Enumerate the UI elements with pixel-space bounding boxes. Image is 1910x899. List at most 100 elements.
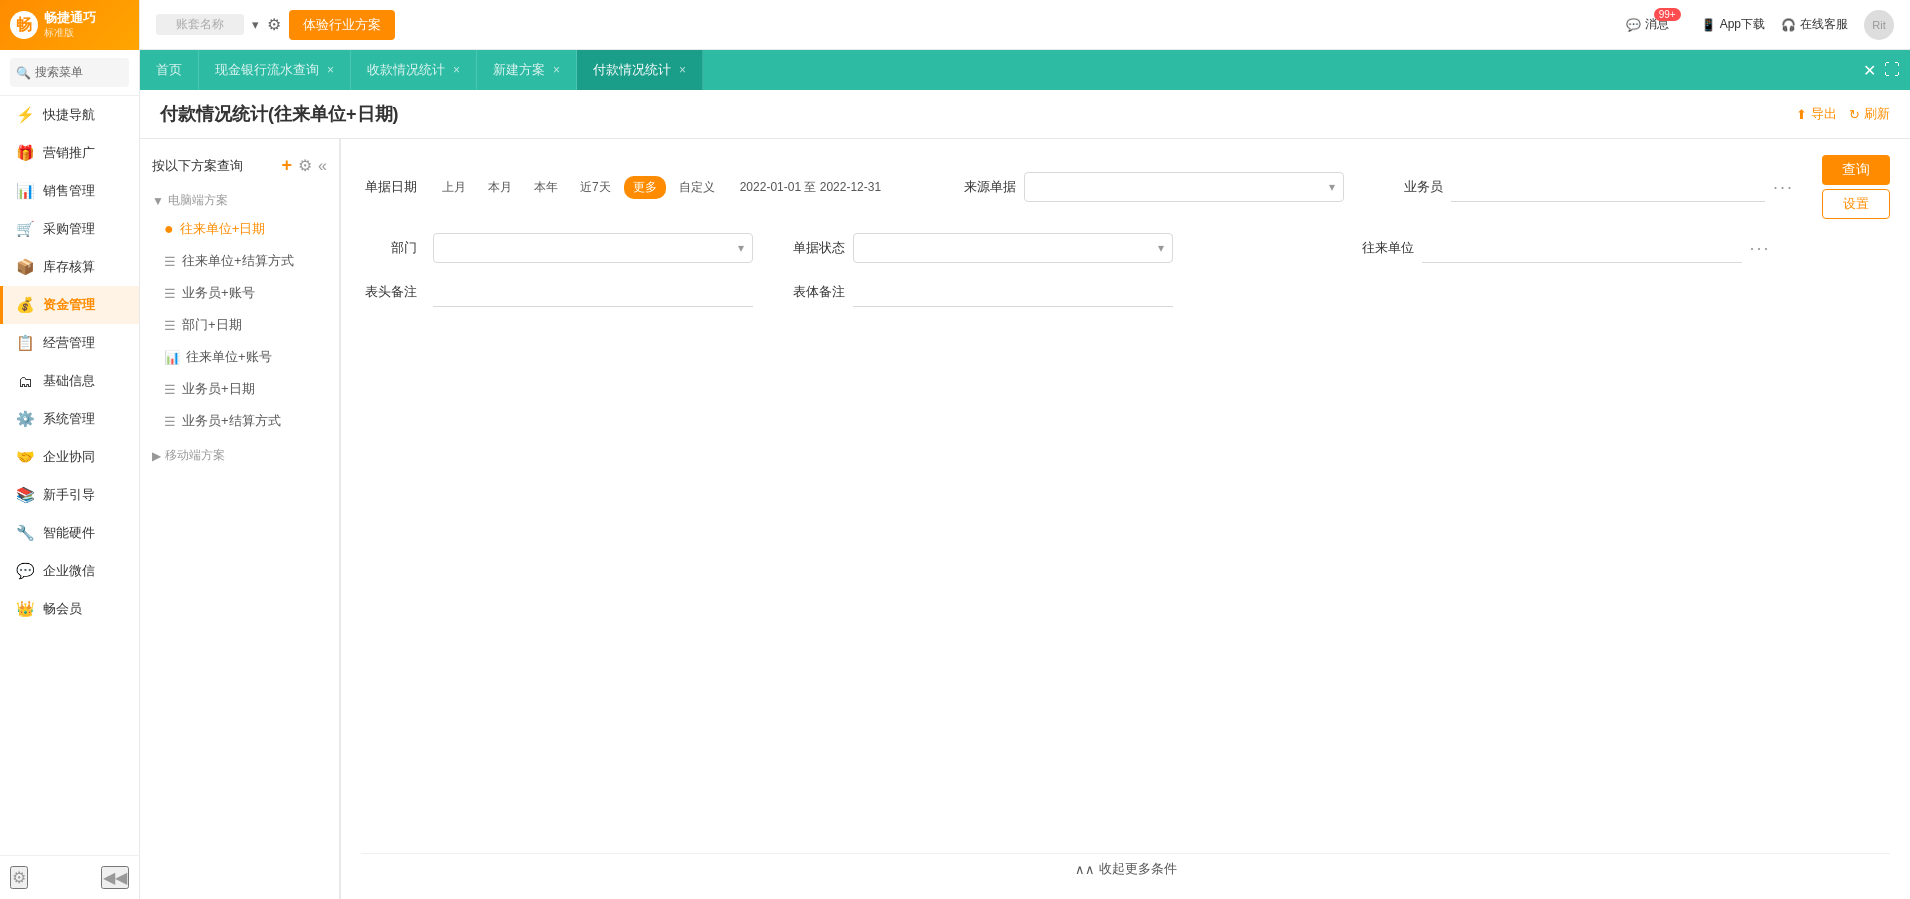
source-select[interactable]: ▾	[1024, 172, 1344, 202]
sidebar-item-label: 营销推广	[43, 144, 95, 162]
tab-payment-close[interactable]: ×	[679, 63, 686, 77]
scheme-panel-title: 按以下方案查询	[152, 157, 243, 175]
sidebar-item-label: 快捷导航	[43, 106, 95, 124]
online-service-button[interactable]: 🎧 在线客服	[1781, 16, 1848, 33]
search-menu-button[interactable]: 🔍 搜索菜单	[10, 58, 129, 87]
table-header-note-input[interactable]	[433, 277, 753, 307]
scheme-mobile-label: 移动端方案	[165, 447, 225, 464]
tabs-actions: ✕ ⛶	[1853, 50, 1910, 90]
doc-status-select[interactable]: ▾	[853, 233, 1173, 263]
scheme-item-salesperson-account[interactable]: ☰ 业务员+账号	[140, 277, 339, 309]
sidebar-item-operation[interactable]: 📋 经营管理	[0, 324, 139, 362]
date-btn-7days[interactable]: 近7天	[571, 176, 620, 199]
date-btn-thisyear[interactable]: 本年	[525, 176, 567, 199]
scheme-panel-header: 按以下方案查询 + ⚙ «	[140, 149, 339, 182]
date-btn-custom[interactable]: 自定义	[670, 176, 724, 199]
sidebar-item-weixin[interactable]: 💬 企业微信	[0, 552, 139, 590]
scheme-section-mobile-title[interactable]: ▶ 移动端方案	[140, 443, 339, 468]
tab-home[interactable]: 首页	[140, 50, 199, 90]
tab-receivable-close[interactable]: ×	[453, 63, 460, 77]
user-avatar[interactable]: Rit	[1864, 10, 1894, 40]
logo-text: 畅捷通巧	[44, 10, 96, 26]
date-btn-thismonth[interactable]: 本月	[479, 176, 521, 199]
sidebar-item-finance[interactable]: 💰 资金管理	[0, 286, 139, 324]
sidebar-item-system[interactable]: ⚙️ 系统管理	[0, 400, 139, 438]
salesperson-label: 业务员	[1387, 178, 1443, 196]
scheme-item-salesperson-date[interactable]: ☰ 业务员+日期	[140, 373, 339, 405]
table-body-note-input[interactable]	[853, 277, 1173, 307]
sidebar-item-purchase[interactable]: 🛒 采购管理	[0, 210, 139, 248]
trial-button[interactable]: 体验行业方案	[289, 10, 395, 40]
scheme-section-desktop: ▼ 电脑端方案 ● 往来单位+日期 ☰ 往来单位+结算方式 ☰ 业务员+账号	[140, 188, 339, 437]
dept-select[interactable]: ▾	[433, 233, 753, 263]
sidebar-item-marketing[interactable]: 🎁 营销推广	[0, 134, 139, 172]
app-label: App下载	[1720, 16, 1765, 33]
sidebar-item-basic[interactable]: 🗂 基础信息	[0, 362, 139, 400]
tab-home-label: 首页	[156, 61, 182, 79]
refresh-button[interactable]: ↻ 刷新	[1849, 105, 1890, 123]
tab-newscheme[interactable]: 新建方案 ×	[477, 50, 577, 90]
settings-footer-button[interactable]: ⚙	[10, 866, 28, 889]
search-menu-label: 搜索菜单	[35, 64, 83, 81]
tab-newscheme-close[interactable]: ×	[553, 63, 560, 77]
scheme-section-desktop-title[interactable]: ▼ 电脑端方案	[140, 188, 339, 213]
app-icon: 📱	[1701, 18, 1716, 32]
dept-select-arrow-icon: ▾	[738, 241, 744, 255]
scheme-chart-icon: 📊	[164, 350, 180, 365]
sidebar-item-member[interactable]: 👑 畅会员	[0, 590, 139, 628]
collapse-filter-label: 收起更多条件	[1099, 860, 1177, 878]
collapse-sidebar-button[interactable]: ◀◀	[101, 866, 129, 889]
partner-more-icon[interactable]: ···	[1750, 238, 1771, 259]
sidebar-nav: ⚡ 快捷导航 🎁 营销推广 📊 销售管理 🛒 采购管理 📦 库存核算 💰 资金管…	[0, 96, 139, 855]
tab-maximize-button[interactable]: ⛶	[1884, 61, 1900, 79]
sidebar-search-area: 🔍 搜索菜单	[0, 50, 139, 96]
salesperson-input[interactable]	[1451, 172, 1765, 202]
tab-cashflow-label: 现金银行流水查询	[215, 61, 319, 79]
tab-cashflow[interactable]: 现金银行流水查询 ×	[199, 50, 351, 90]
scheme-item-partner-date[interactable]: ● 往来单位+日期	[140, 213, 339, 245]
sidebar-item-guide[interactable]: 📚 新手引导	[0, 476, 139, 514]
sidebar-item-inventory[interactable]: 📦 库存核算	[0, 248, 139, 286]
sidebar-header: 畅 畅捷通巧 标准版	[0, 0, 139, 50]
tab-receivable[interactable]: 收款情况统计 ×	[351, 50, 477, 90]
export-label: 导出	[1811, 105, 1837, 123]
tab-close-all-button[interactable]: ✕	[1863, 61, 1876, 80]
salesperson-more-icon[interactable]: ···	[1773, 177, 1794, 198]
topbar-settings-button[interactable]: ⚙	[267, 15, 281, 34]
sidebar-item-enterprise[interactable]: 🤝 企业协同	[0, 438, 139, 476]
content-area: 按以下方案查询 + ⚙ « ▼ 电脑端方案 ● 往来单位+日期	[140, 139, 1910, 899]
tab-payment[interactable]: 付款情况统计 ×	[577, 50, 703, 90]
scheme-panel-actions: + ⚙ «	[282, 155, 327, 176]
service-label: 在线客服	[1800, 16, 1848, 33]
scheme-collapse-button[interactable]: «	[318, 157, 327, 175]
sidebar-item-hardware[interactable]: 🔧 智能硬件	[0, 514, 139, 552]
partner-input[interactable]	[1422, 233, 1742, 263]
notice-button[interactable]: 💬 消息 99+	[1626, 16, 1669, 33]
sidebar-item-quicknav[interactable]: ⚡ 快捷导航	[0, 96, 139, 134]
scheme-settings-button[interactable]: ⚙	[298, 156, 312, 175]
filter-settings-button[interactable]: 设置	[1822, 189, 1890, 219]
scheme-item-salesperson-settlement[interactable]: ☰ 业务员+结算方式	[140, 405, 339, 437]
logo-text-area: 畅捷通巧 标准版	[44, 10, 96, 40]
date-btn-more[interactable]: 更多	[624, 176, 666, 199]
basic-icon: 🗂	[15, 373, 35, 390]
tab-cashflow-close[interactable]: ×	[327, 63, 334, 77]
sidebar-footer: ⚙ ◀◀	[0, 855, 139, 899]
tab-payment-label: 付款情况统计	[593, 61, 671, 79]
account-dropdown-button[interactable]: ▾	[252, 17, 259, 32]
filter-rows: 单据日期 上月 本月 本年 近7天 更多 自定义 2022-01-01 至 20…	[361, 155, 1890, 849]
query-button[interactable]: 查询	[1822, 155, 1890, 185]
scheme-panel: 按以下方案查询 + ⚙ « ▼ 电脑端方案 ● 往来单位+日期	[140, 139, 340, 899]
doc-status-arrow-icon: ▾	[1158, 241, 1164, 255]
app-download-button[interactable]: 📱 App下载	[1701, 16, 1765, 33]
scheme-item-partner-account[interactable]: 📊 往来单位+账号	[140, 341, 339, 373]
operation-icon: 📋	[15, 334, 35, 352]
sidebar-item-sales[interactable]: 📊 销售管理	[0, 172, 139, 210]
marketing-icon: 🎁	[15, 144, 35, 162]
scheme-add-button[interactable]: +	[282, 155, 293, 176]
collapse-filter-button[interactable]: ∧∧ 收起更多条件	[361, 853, 1890, 884]
scheme-item-dept-date[interactable]: ☰ 部门+日期	[140, 309, 339, 341]
export-button[interactable]: ⬆ 导出	[1796, 105, 1837, 123]
date-btn-lastmonth[interactable]: 上月	[433, 176, 475, 199]
scheme-item-partner-settlement[interactable]: ☰ 往来单位+结算方式	[140, 245, 339, 277]
